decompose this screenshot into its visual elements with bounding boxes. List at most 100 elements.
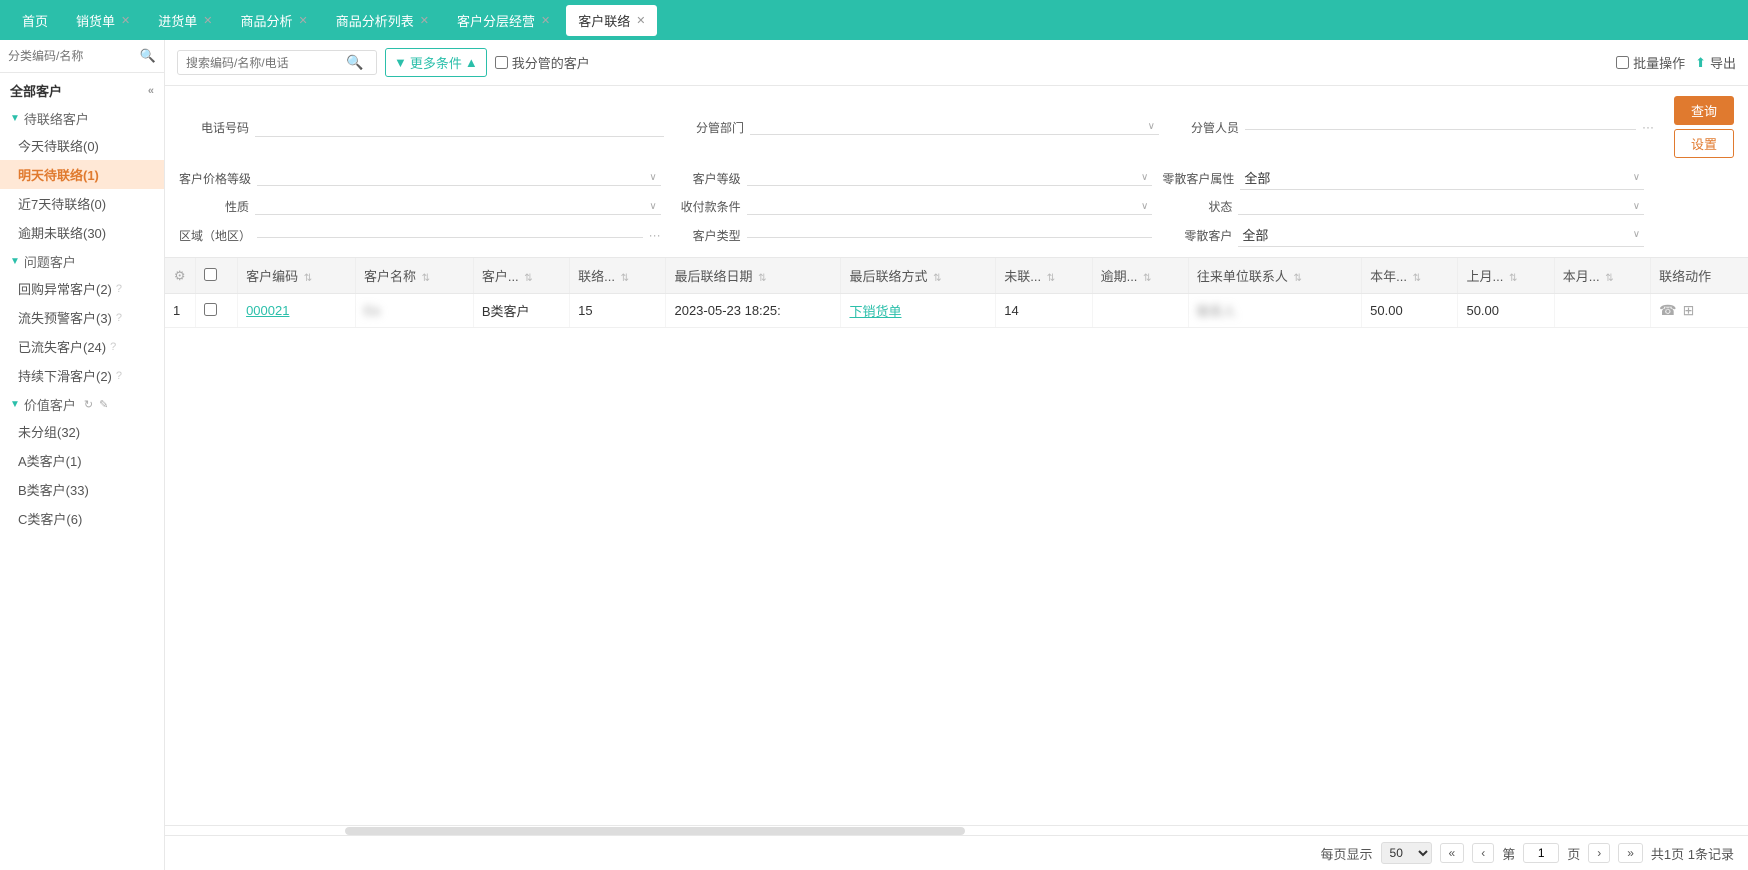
sort-this-month-icon[interactable]: ⇅ xyxy=(1605,273,1613,284)
filter-action-buttons: 查询 设置 xyxy=(1674,96,1734,158)
sort-last-method-icon[interactable]: ⇅ xyxy=(933,273,941,284)
sidebar-search-input[interactable] xyxy=(8,49,136,63)
page-size-select[interactable]: 50 100 200 xyxy=(1381,842,1432,864)
filter-bar: 🔍 ▼ 更多条件 ▲ 我分管的客户 批量操作 ⬆ 导出 xyxy=(165,40,1748,86)
next-page-button[interactable]: › xyxy=(1588,843,1610,863)
branch-person-select[interactable] xyxy=(1245,125,1636,130)
region-select[interactable] xyxy=(257,233,643,238)
table-body: 1 000021 Ea B类客户 15 2023-05-23 18:25: 下销… xyxy=(165,294,1748,328)
more-filter-label: 更多条件 xyxy=(410,53,462,72)
retail-customer-label: 零散客户 xyxy=(1162,227,1232,244)
nav-product-analysis[interactable]: 商品分析 ✕ xyxy=(228,5,319,36)
sort-uncontacted-icon[interactable]: ⇅ xyxy=(1047,273,1055,284)
batch-op-checkbox[interactable] xyxy=(1616,56,1629,69)
help-icon-1[interactable]: ? xyxy=(116,312,122,324)
main-search-input[interactable] xyxy=(186,56,346,70)
customer-type-select[interactable] xyxy=(747,233,1153,238)
sort-unit-contact-icon[interactable]: ⇅ xyxy=(1294,273,1302,284)
sort-this-year-icon[interactable]: ⇅ xyxy=(1413,273,1421,284)
sidebar-item-churned[interactable]: 已流失客户(24) ? xyxy=(0,332,164,361)
sort-overdue-icon[interactable]: ⇅ xyxy=(1143,273,1151,284)
nav-purchase-order-close[interactable]: ✕ xyxy=(203,14,212,27)
branch-dept-select[interactable]: ∨ xyxy=(750,119,1159,135)
sort-last-date-icon[interactable]: ⇅ xyxy=(758,273,766,284)
last-method-link-0[interactable]: 下销货单 xyxy=(849,304,901,319)
gear-icon[interactable]: ⚙ xyxy=(174,268,186,283)
nav-customer-tier[interactable]: 客户分层经营 ✕ xyxy=(445,5,562,36)
phone-input[interactable] xyxy=(255,118,664,137)
retail-customer-select[interactable]: 全部 ∨ xyxy=(1238,223,1644,247)
nav-customer-contact-close[interactable]: ✕ xyxy=(636,14,645,27)
payment-select[interactable]: ∨ xyxy=(747,199,1153,215)
sidebar-all-customers-header[interactable]: 全部客户 « xyxy=(0,73,164,104)
status-select[interactable]: ∨ xyxy=(1238,199,1644,215)
scrollbar-thumb[interactable] xyxy=(345,827,965,835)
nav-product-analysis-list[interactable]: 商品分析列表 ✕ xyxy=(324,5,441,36)
sort-last-month-icon[interactable]: ⇅ xyxy=(1509,273,1517,284)
sidebar-item-tomorrow-pending[interactable]: 明天待联络(1) xyxy=(0,160,164,189)
nav-customer-tier-close[interactable]: ✕ xyxy=(541,14,550,27)
gender-select[interactable]: ∨ xyxy=(255,199,661,215)
nav-purchase-order[interactable]: 进货单 ✕ xyxy=(146,5,224,36)
payment-arrow: ∨ xyxy=(1141,201,1148,212)
main-search-icon[interactable]: 🔍 xyxy=(346,54,363,71)
customer-level-select[interactable]: ∨ xyxy=(747,170,1153,186)
select-all-checkbox[interactable] xyxy=(204,268,217,281)
customer-code-link-0[interactable]: 000021 xyxy=(246,303,289,318)
nav-product-analysis-label: 商品分析 xyxy=(240,11,292,30)
page-num-label: 第 xyxy=(1502,844,1515,863)
th-unit-contact: 往来单位联系人 ⇅ xyxy=(1188,258,1361,294)
th-checkbox xyxy=(195,258,238,294)
nav-sales-order-close[interactable]: ✕ xyxy=(121,14,130,27)
sidebar-value-label: 价值客户 xyxy=(24,395,76,414)
nav-product-analysis-close[interactable]: ✕ xyxy=(299,14,308,27)
batch-op-button[interactable]: 批量操作 xyxy=(1616,53,1685,72)
filter-icon: ▼ xyxy=(394,55,407,70)
nav-product-analysis-list-close[interactable]: ✕ xyxy=(420,14,429,27)
page-number-input[interactable] xyxy=(1523,843,1559,863)
sidebar-item-b-class[interactable]: B类客户(33) xyxy=(0,475,164,504)
region-dots[interactable]: ··· xyxy=(649,228,661,242)
sidebar-item-c-class[interactable]: C类客户(6) xyxy=(0,504,164,533)
nav-home[interactable]: 首页 xyxy=(10,5,60,36)
sidebar-item-overdue-pending[interactable]: 逾期未联络(30) xyxy=(0,218,164,247)
last-page-button[interactable]: » xyxy=(1618,843,1643,863)
sort-code-icon[interactable]: ⇅ xyxy=(304,273,312,284)
sidebar-item-ungrouped[interactable]: 未分组(32) xyxy=(0,417,164,446)
reset-button[interactable]: 设置 xyxy=(1674,129,1734,158)
sort-name-icon[interactable]: ⇅ xyxy=(422,273,430,284)
sort-type-icon[interactable]: ⇅ xyxy=(524,273,532,284)
sidebar-collapse-icon[interactable]: « xyxy=(148,85,154,97)
query-button[interactable]: 查询 xyxy=(1674,96,1734,125)
action-contact-icon-0[interactable]: ☎ xyxy=(1659,302,1676,319)
value-edit-icon[interactable]: ✎ xyxy=(99,398,108,411)
nav-customer-contact[interactable]: 客户联络 ✕ xyxy=(566,5,657,36)
sidebar-value-group: ▼ 价值客户 ↻ ✎ xyxy=(0,390,164,417)
export-button[interactable]: ⬆ 导出 xyxy=(1695,53,1736,72)
sidebar-item-abnormal-repurchase[interactable]: 回购异常客户(2) ? xyxy=(0,274,164,303)
sidebar-item-churn-warning[interactable]: 流失预警客户(3) ? xyxy=(0,303,164,332)
sort-contact-count-icon[interactable]: ⇅ xyxy=(621,273,629,284)
action-more-icon-0[interactable]: ⊞ xyxy=(1683,302,1695,319)
retail-attr-select[interactable]: 全部 ∨ xyxy=(1240,166,1644,190)
my-customers-checkbox[interactable] xyxy=(495,56,508,69)
help-icon-3[interactable]: ? xyxy=(116,370,122,382)
sidebar-item-today-pending[interactable]: 今天待联络(0) xyxy=(0,131,164,160)
help-icon-0[interactable]: ? xyxy=(116,283,122,295)
my-customers-checkbox-wrap[interactable]: 我分管的客户 xyxy=(495,53,590,72)
price-level-select[interactable]: ∨ xyxy=(257,170,661,186)
sidebar-search-icon[interactable]: 🔍 xyxy=(140,48,156,64)
nav-sales-order[interactable]: 销货单 ✕ xyxy=(64,5,142,36)
horizontal-scrollbar[interactable] xyxy=(165,825,1748,835)
help-icon-2[interactable]: ? xyxy=(110,341,116,353)
sidebar-item-declining[interactable]: 持续下滑客户(2) ? xyxy=(0,361,164,390)
more-filter-button[interactable]: ▼ 更多条件 ▲ xyxy=(385,48,487,77)
prev-page-button[interactable]: ‹ xyxy=(1472,843,1494,863)
row-checkbox-0[interactable] xyxy=(204,303,217,316)
sidebar-item-a-class[interactable]: A类客户(1) xyxy=(0,446,164,475)
value-refresh-icon[interactable]: ↻ xyxy=(84,398,93,411)
field-retail-customer: 零散客户 全部 ∨ xyxy=(1162,223,1644,247)
first-page-button[interactable]: « xyxy=(1440,843,1465,863)
sidebar-item-7day-pending[interactable]: 近7天待联络(0) xyxy=(0,189,164,218)
branch-person-dots[interactable]: ··· xyxy=(1642,120,1654,134)
